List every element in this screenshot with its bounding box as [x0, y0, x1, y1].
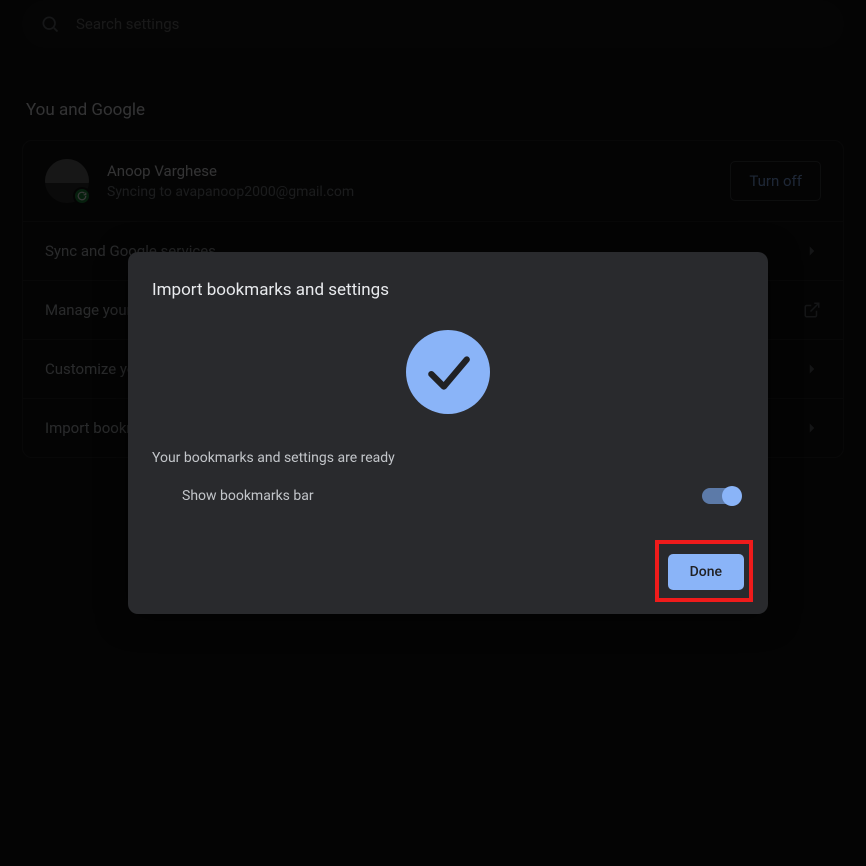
toggle-label: Show bookmarks bar [182, 488, 314, 504]
modal-ready-text: Your bookmarks and settings are ready [152, 450, 744, 466]
done-button[interactable]: Done [668, 554, 744, 590]
import-success-modal: Import bookmarks and settings Your bookm… [128, 252, 768, 614]
modal-title: Import bookmarks and settings [152, 280, 744, 300]
show-bookmarks-bar-toggle[interactable] [702, 488, 740, 504]
show-bookmarks-bar-row: Show bookmarks bar [152, 488, 744, 504]
success-check-icon [406, 330, 490, 414]
